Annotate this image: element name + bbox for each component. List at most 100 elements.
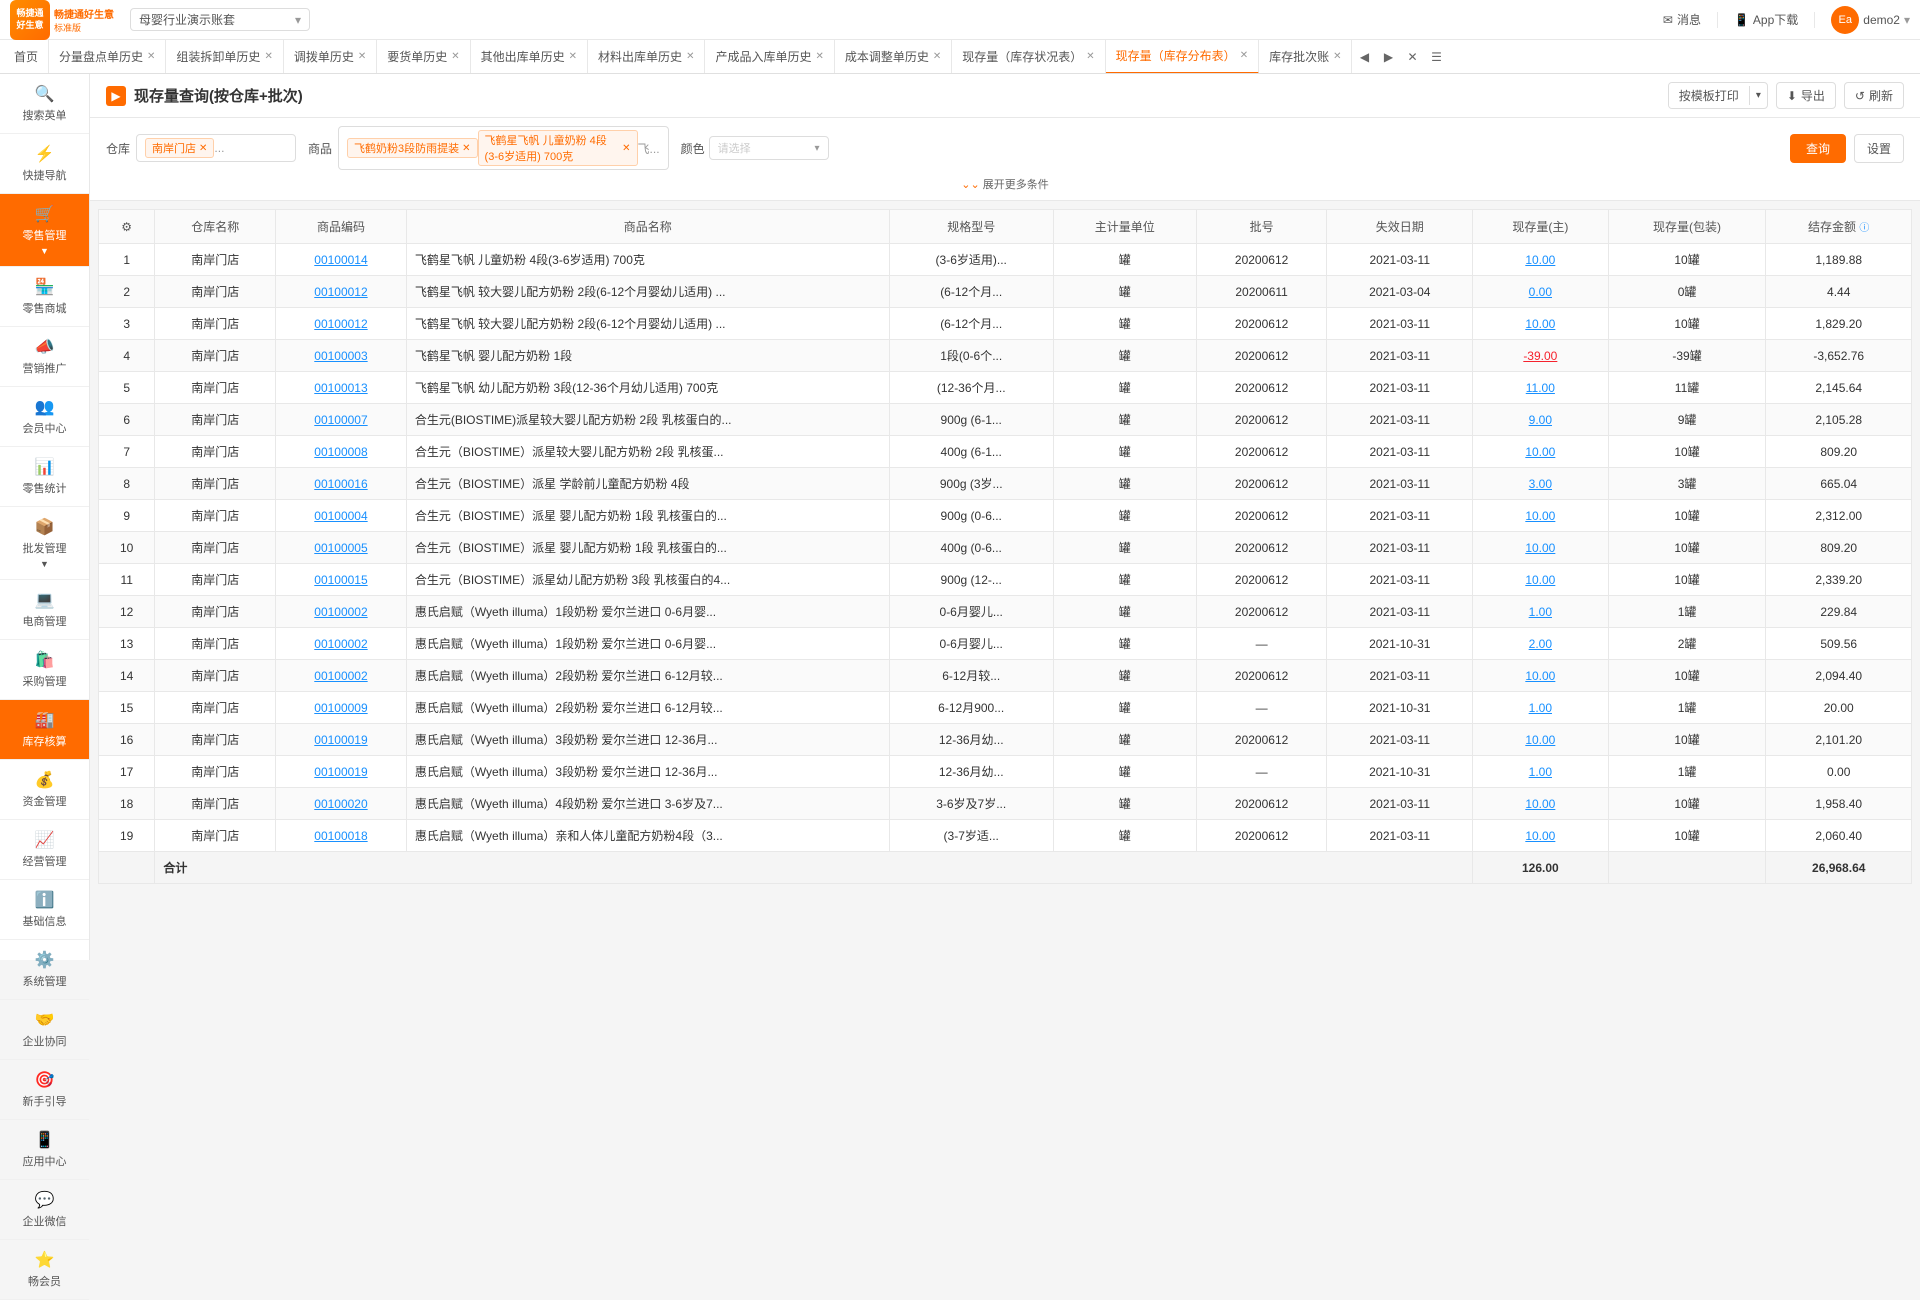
tab-close-icon[interactable]: ✕ — [451, 51, 459, 62]
sidebar-item-inventory[interactable]: 🏭 库存核算 — [0, 700, 89, 760]
qty-main-link[interactable]: 10.00 — [1525, 829, 1555, 843]
goods-tag-1-close[interactable]: ✕ — [462, 143, 470, 154]
export-btn[interactable]: ⬇ 导出 — [1776, 82, 1836, 109]
tab-mix[interactable]: 调拨单历史 ✕ — [284, 40, 377, 74]
code-link[interactable]: 00100020 — [314, 797, 367, 811]
tab-product-in[interactable]: 产成品入库单历史 ✕ — [705, 40, 834, 74]
sidebar-item-finance[interactable]: 💰 资金管理 — [0, 760, 89, 820]
qty-main-link[interactable]: 3.00 — [1529, 477, 1552, 491]
user-area[interactable]: Ea demo2 ▾ — [1831, 6, 1910, 34]
tab-close-icon[interactable]: ✕ — [1086, 51, 1094, 62]
goods-more[interactable]: 飞... — [638, 140, 660, 157]
sidebar-item-quicknav[interactable]: ⚡ 快捷导航 — [0, 134, 89, 194]
tab-nav-next[interactable]: ▶ — [1376, 40, 1400, 74]
app-download-btn[interactable]: 📱 App下载 — [1734, 11, 1798, 28]
qty-main-link[interactable]: 10.00 — [1525, 253, 1555, 267]
tab-material-out[interactable]: 材料出库单历史 ✕ — [588, 40, 705, 74]
code-link[interactable]: 00100019 — [314, 765, 367, 779]
sidebar-item-new-guide[interactable]: 🎯 新手引导 — [0, 1060, 89, 1120]
tab-requisition[interactable]: 要货单历史 ✕ — [377, 40, 470, 74]
code-link[interactable]: 00100008 — [314, 445, 367, 459]
qty-main-link[interactable]: -39.00 — [1523, 349, 1557, 363]
tab-cost-adjust[interactable]: 成本调整单历史 ✕ — [835, 40, 952, 74]
tab-batch-account[interactable]: 库存批次账 ✕ — [1259, 40, 1352, 74]
template-print-dropdown-btn[interactable]: ▾ — [1749, 86, 1767, 105]
sidebar-item-retail[interactable]: 🛒 零售管理 ▼ — [0, 194, 89, 267]
expand-more-btn[interactable]: ⌄⌄ 展开更多条件 — [961, 176, 1048, 192]
tab-close-icon[interactable]: ✕ — [1240, 50, 1248, 61]
tab-disassemble[interactable]: 组装拆卸单历史 ✕ — [166, 40, 283, 74]
sidebar-item-wholesale[interactable]: 📦 批发管理 ▼ — [0, 507, 89, 580]
template-print-btn[interactable]: 按模板打印 — [1669, 83, 1749, 108]
warehouse-more[interactable]: ... — [214, 141, 224, 155]
tab-close-icon[interactable]: ✕ — [933, 51, 941, 62]
sidebar-item-retail-stats[interactable]: 📊 零售统计 — [0, 447, 89, 507]
color-input[interactable]: 请选择 ▾ — [709, 136, 829, 160]
query-btn[interactable]: 查询 — [1790, 134, 1846, 163]
qty-main-link[interactable]: 11.00 — [1526, 381, 1555, 395]
code-link[interactable]: 00100007 — [314, 413, 367, 427]
qty-main-link[interactable]: 10.00 — [1525, 445, 1555, 459]
tab-split-inventory[interactable]: 分量盘点单历史 ✕ — [49, 40, 166, 74]
code-link[interactable]: 00100004 — [314, 509, 367, 523]
code-link[interactable]: 00100005 — [314, 541, 367, 555]
qty-main-link[interactable]: 10.00 — [1525, 541, 1555, 555]
qty-main-link[interactable]: 9.00 — [1529, 413, 1552, 427]
sidebar-item-member-club[interactable]: ⭐ 畅会员 — [0, 1240, 89, 1300]
qty-main-link[interactable]: 1.00 — [1529, 765, 1552, 779]
code-link[interactable]: 00100014 — [314, 253, 367, 267]
qty-main-link[interactable]: 1.00 — [1529, 701, 1552, 715]
sidebar-item-operations[interactable]: 📈 经营管理 — [0, 820, 89, 880]
message-btn[interactable]: ✉ 消息 — [1663, 11, 1701, 28]
sidebar-item-ecommerce[interactable]: 💻 电商管理 — [0, 580, 89, 640]
org-selector[interactable]: 母婴行业演示账套 ▾ — [130, 8, 310, 31]
qty-main-link[interactable]: 2.00 — [1529, 637, 1552, 651]
goods-tag-2-close[interactable]: ✕ — [622, 143, 630, 154]
sidebar-item-app-center[interactable]: 📱 应用中心 — [0, 1120, 89, 1180]
tab-nav-prev[interactable]: ◀ — [1352, 40, 1376, 74]
qty-main-link[interactable]: 1.00 — [1529, 605, 1552, 619]
sidebar-item-marketing[interactable]: 📣 营销推广 — [0, 327, 89, 387]
qty-main-link[interactable]: 10.00 — [1525, 317, 1555, 331]
qty-main-link[interactable]: 10.00 — [1525, 509, 1555, 523]
qty-main-link[interactable]: 10.00 — [1525, 669, 1555, 683]
settings-btn[interactable]: 设置 — [1854, 134, 1904, 163]
code-link[interactable]: 00100009 — [314, 701, 367, 715]
code-link[interactable]: 00100012 — [314, 285, 367, 299]
tab-current-qty-dist[interactable]: 现存量（库存分布表） ✕ — [1106, 40, 1259, 74]
code-link[interactable]: 00100019 — [314, 733, 367, 747]
tab-close-icon[interactable]: ✕ — [147, 51, 155, 62]
tab-close-icon[interactable]: ✕ — [569, 51, 577, 62]
warehouse-input[interactable]: 南岸门店 ✕ ... — [136, 134, 296, 162]
tab-close-icon[interactable]: ✕ — [264, 51, 272, 62]
refresh-btn[interactable]: ↺ 刷新 — [1844, 82, 1904, 109]
code-link[interactable]: 00100013 — [314, 381, 367, 395]
tab-home[interactable]: 首页 — [4, 40, 49, 74]
code-link[interactable]: 00100003 — [314, 349, 367, 363]
sidebar-item-search[interactable]: 🔍 搜索英单 — [0, 74, 89, 134]
code-link[interactable]: 00100002 — [314, 669, 367, 683]
qty-main-link[interactable]: 0.00 — [1529, 285, 1552, 299]
code-link[interactable]: 00100002 — [314, 605, 367, 619]
code-link[interactable]: 00100002 — [314, 637, 367, 651]
tab-close-all[interactable]: ✕ — [1400, 40, 1424, 74]
tab-close-icon[interactable]: ✕ — [815, 51, 823, 62]
sidebar-item-basic-info[interactable]: ℹ️ 基础信息 — [0, 880, 89, 940]
sidebar-toggle-btn[interactable]: ▶ — [106, 86, 126, 106]
sidebar-item-system[interactable]: ⚙️ 系统管理 — [0, 940, 89, 1000]
sidebar-item-retail-mall[interactable]: 🏪 零售商城 — [0, 267, 89, 327]
tab-close-icon[interactable]: ✕ — [358, 51, 366, 62]
sidebar-item-member[interactable]: 👥 会员中心 — [0, 387, 89, 447]
code-link[interactable]: 00100016 — [314, 477, 367, 491]
tab-menu[interactable]: ☰ — [1424, 40, 1448, 74]
goods-input[interactable]: 飞鹤奶粉3段防雨提装 ✕ 飞鹤星飞帆 儿童奶粉 4段(3-6岁适用) 700克 … — [338, 126, 669, 170]
tab-close-icon[interactable]: ✕ — [686, 51, 694, 62]
warehouse-tag-close[interactable]: ✕ — [199, 143, 207, 154]
code-link[interactable]: 00100018 — [314, 829, 367, 843]
code-link[interactable]: 00100012 — [314, 317, 367, 331]
qty-main-link[interactable]: 10.00 — [1525, 733, 1555, 747]
tab-other-out[interactable]: 其他出库单历史 ✕ — [471, 40, 588, 74]
code-link[interactable]: 00100015 — [314, 573, 367, 587]
tab-current-qty-status[interactable]: 现存量（库存状况表） ✕ — [952, 40, 1105, 74]
sidebar-item-purchase[interactable]: 🛍️ 采购管理 — [0, 640, 89, 700]
